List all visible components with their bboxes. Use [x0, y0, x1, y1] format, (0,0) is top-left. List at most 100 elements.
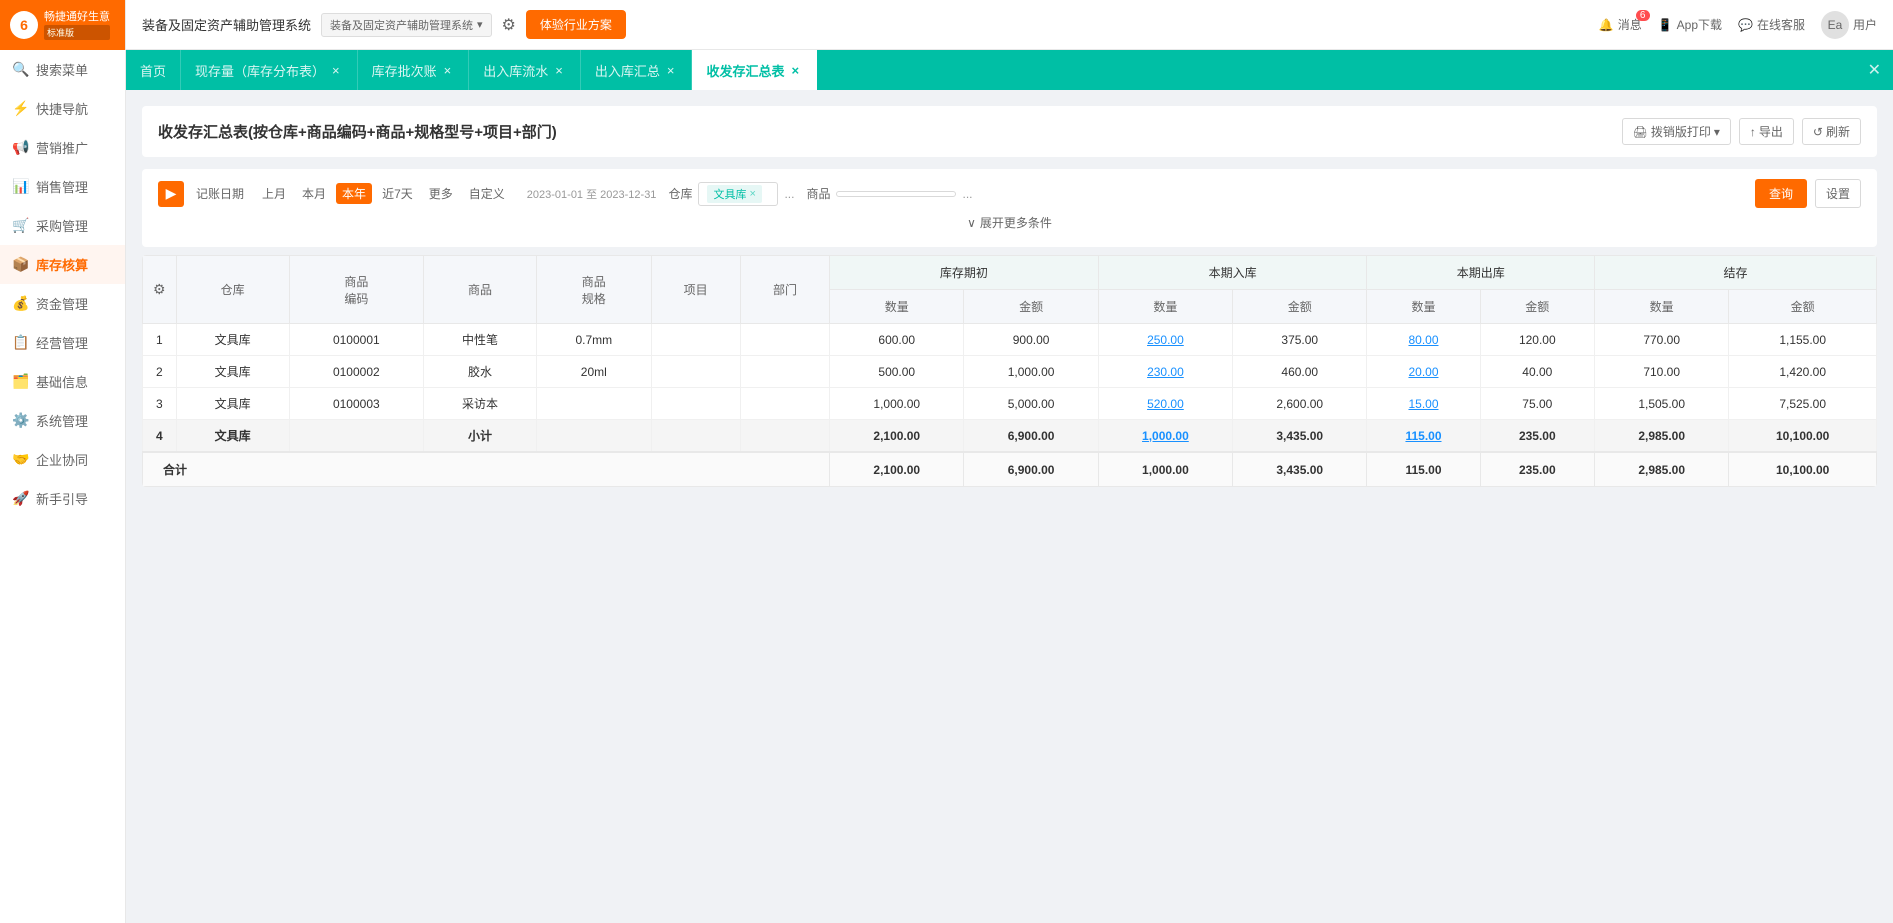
print-button[interactable]: 🖨 拨销版打印 ▾ [1622, 118, 1731, 145]
row-in-amt: 3,435.00 [1233, 420, 1367, 453]
sidebar-item-label-guide: 新手引导 [36, 489, 88, 508]
tab-inout-summary-close[interactable]: × [664, 62, 678, 79]
sidebar-item-sales[interactable]: 📊销售管理 [0, 167, 125, 206]
tab-batch-close[interactable]: × [441, 62, 455, 79]
tab-bar-end: ✕ [1864, 56, 1893, 84]
app-download-label: App下载 [1677, 16, 1722, 33]
date-btn-7days[interactable]: 近7天 [376, 183, 419, 204]
row-balance-amt: 1,420.00 [1729, 356, 1877, 388]
date-btn-prev-month[interactable]: 上月 [256, 183, 292, 204]
table-settings-button[interactable]: ⚙ [153, 281, 166, 298]
notifications-btn[interactable]: 🔔 消息 6 [1599, 16, 1642, 33]
row-balance-amt: 1,155.00 [1729, 324, 1877, 356]
col-out-qty-header: 数量 [1367, 290, 1480, 324]
row-project [651, 356, 740, 388]
system-icon: ⚙️ [12, 412, 30, 429]
sidebar-item-label-basic: 基础信息 [36, 372, 88, 391]
refresh-button[interactable]: ↺ 刷新 [1802, 118, 1861, 145]
row-balance-qty: 710.00 [1595, 356, 1729, 388]
table-row: 3 文具库 0100003 采访本 1,000.00 5,000.00 520.… [143, 388, 1877, 420]
filter-bar: ▶ 记账日期 上月 本月 本年 近7天 更多 自定义 2023-01-01 至 … [142, 169, 1877, 247]
sidebar-item-purchase[interactable]: 🛒采购管理 [0, 206, 125, 245]
tab-bar: 首页 现存量（库存分布表） × 库存批次账 × 出入库流水 × 出入库汇总 × … [126, 50, 1893, 90]
online-service-label: 在线客服 [1757, 16, 1805, 33]
warehouse-tag-remove[interactable]: × [749, 188, 755, 200]
tab-close-all-btn[interactable]: ✕ [1864, 56, 1885, 84]
date-range-display: 2023-01-01 至 2023-12-31 [527, 186, 657, 202]
col-project-header: 项目 [651, 256, 740, 324]
goods-tag-group[interactable] [836, 191, 956, 197]
sidebar-item-basic[interactable]: 🗂️基础信息 [0, 362, 125, 401]
sidebar-item-enterprise[interactable]: 🤝企业协同 [0, 440, 125, 479]
user-menu[interactable]: Ea 用户 [1821, 11, 1877, 39]
sidebar-item-label-enterprise: 企业协同 [36, 450, 88, 469]
query-button[interactable]: 查询 [1755, 179, 1807, 208]
trial-button[interactable]: 体验行业方案 [526, 10, 626, 39]
row-balance-amt: 10,100.00 [1729, 420, 1877, 453]
system-dropdown[interactable]: 装备及固定资产辅助管理系统 ▾ [321, 13, 492, 37]
total-opening-amt: 6,900.00 [964, 452, 1098, 487]
warehouse-tag-text: 文具库 [713, 186, 746, 202]
filter-expand-button[interactable]: ▶ [158, 181, 184, 207]
total-opening-qty: 2,100.00 [830, 452, 964, 487]
operation-icon: 📋 [12, 334, 30, 351]
sales-icon: 📊 [12, 178, 30, 195]
quick-icon: ⚡ [12, 100, 30, 117]
tab-inout-flow-close[interactable]: × [552, 62, 566, 79]
expand-more-button[interactable]: ∨ 展开更多条件 [967, 214, 1052, 231]
tab-recv-summary[interactable]: 收发存汇总表 × [692, 50, 817, 90]
tab-recv-summary-close[interactable]: × [788, 62, 802, 79]
avatar: Ea [1821, 11, 1849, 39]
col-balance-header: 结存 [1595, 256, 1877, 290]
user-name-label: 用户 [1853, 16, 1877, 33]
filter-settings-button[interactable]: 设置 [1815, 179, 1861, 208]
sidebar-item-operation[interactable]: 📋经营管理 [0, 323, 125, 362]
warehouse-filter-label: 仓库 [668, 185, 692, 202]
col-dept-header: 部门 [740, 256, 829, 324]
tab-inout-summary[interactable]: 出入库汇总 × [581, 50, 693, 90]
refresh-icon: ↺ [1813, 125, 1823, 139]
col-out-header: 本期出库 [1367, 256, 1595, 290]
sidebar-item-inventory[interactable]: 📦库存核算 [0, 245, 125, 284]
sidebar-item-finance[interactable]: 💰资金管理 [0, 284, 125, 323]
online-service-btn[interactable]: 💬 在线客服 [1738, 16, 1805, 33]
goods-more-dots[interactable]: ... [962, 187, 972, 201]
warehouse-tag-group[interactable]: 文具库 × [698, 182, 778, 206]
sidebar-item-search[interactable]: 🔍搜索菜单 [0, 50, 125, 89]
total-label: 合计 [143, 452, 830, 487]
export-button[interactable]: ↑ 导出 [1739, 118, 1794, 145]
row-project [651, 420, 740, 453]
col-out-amt-header: 金额 [1480, 290, 1594, 324]
app-download-btn[interactable]: 📱 App下载 [1658, 16, 1722, 33]
row-name: 中性笔 [423, 324, 536, 356]
sidebar-item-label-quick: 快捷导航 [36, 99, 88, 118]
row-no: 2 [143, 356, 177, 388]
row-opening-amt: 6,900.00 [964, 420, 1098, 453]
date-btn-more[interactable]: 更多 [423, 183, 459, 204]
date-btn-custom[interactable]: 自定义 [463, 183, 511, 204]
row-opening-qty: 600.00 [830, 324, 964, 356]
date-btn-this-year[interactable]: 本年 [336, 183, 372, 204]
date-btn-this-month[interactable]: 本月 [296, 183, 332, 204]
sidebar-item-guide[interactable]: 🚀新手引导 [0, 479, 125, 518]
row-in-qty: 250.00 [1098, 324, 1232, 356]
notification-badge: 6 [1636, 10, 1650, 21]
sidebar-item-label-inventory: 库存核算 [36, 255, 88, 274]
tab-batch[interactable]: 库存批次账 × [358, 50, 470, 90]
row-dept [740, 420, 829, 453]
export-icon: ↑ [1750, 125, 1756, 139]
settings-icon[interactable]: ⚙ [502, 15, 516, 35]
tab-stock-close[interactable]: × [329, 62, 343, 79]
row-out-amt: 75.00 [1480, 388, 1594, 420]
sidebar-item-quick[interactable]: ⚡ 快捷导航 [0, 89, 125, 128]
sidebar-item-marketing[interactable]: 📢营销推广 [0, 128, 125, 167]
sidebar-item-system[interactable]: ⚙️系统管理 [0, 401, 125, 440]
col-settings-header: ⚙ [143, 256, 177, 324]
tab-stock[interactable]: 现存量（库存分布表） × [181, 50, 358, 90]
tab-stock-label: 现存量（库存分布表） [195, 61, 325, 80]
tab-inout-flow[interactable]: 出入库流水 × [469, 50, 581, 90]
row-out-qty: 80.00 [1367, 324, 1480, 356]
tab-home[interactable]: 首页 [126, 50, 181, 90]
warehouse-more-dots[interactable]: ... [784, 187, 794, 201]
purchase-icon: 🛒 [12, 217, 30, 234]
